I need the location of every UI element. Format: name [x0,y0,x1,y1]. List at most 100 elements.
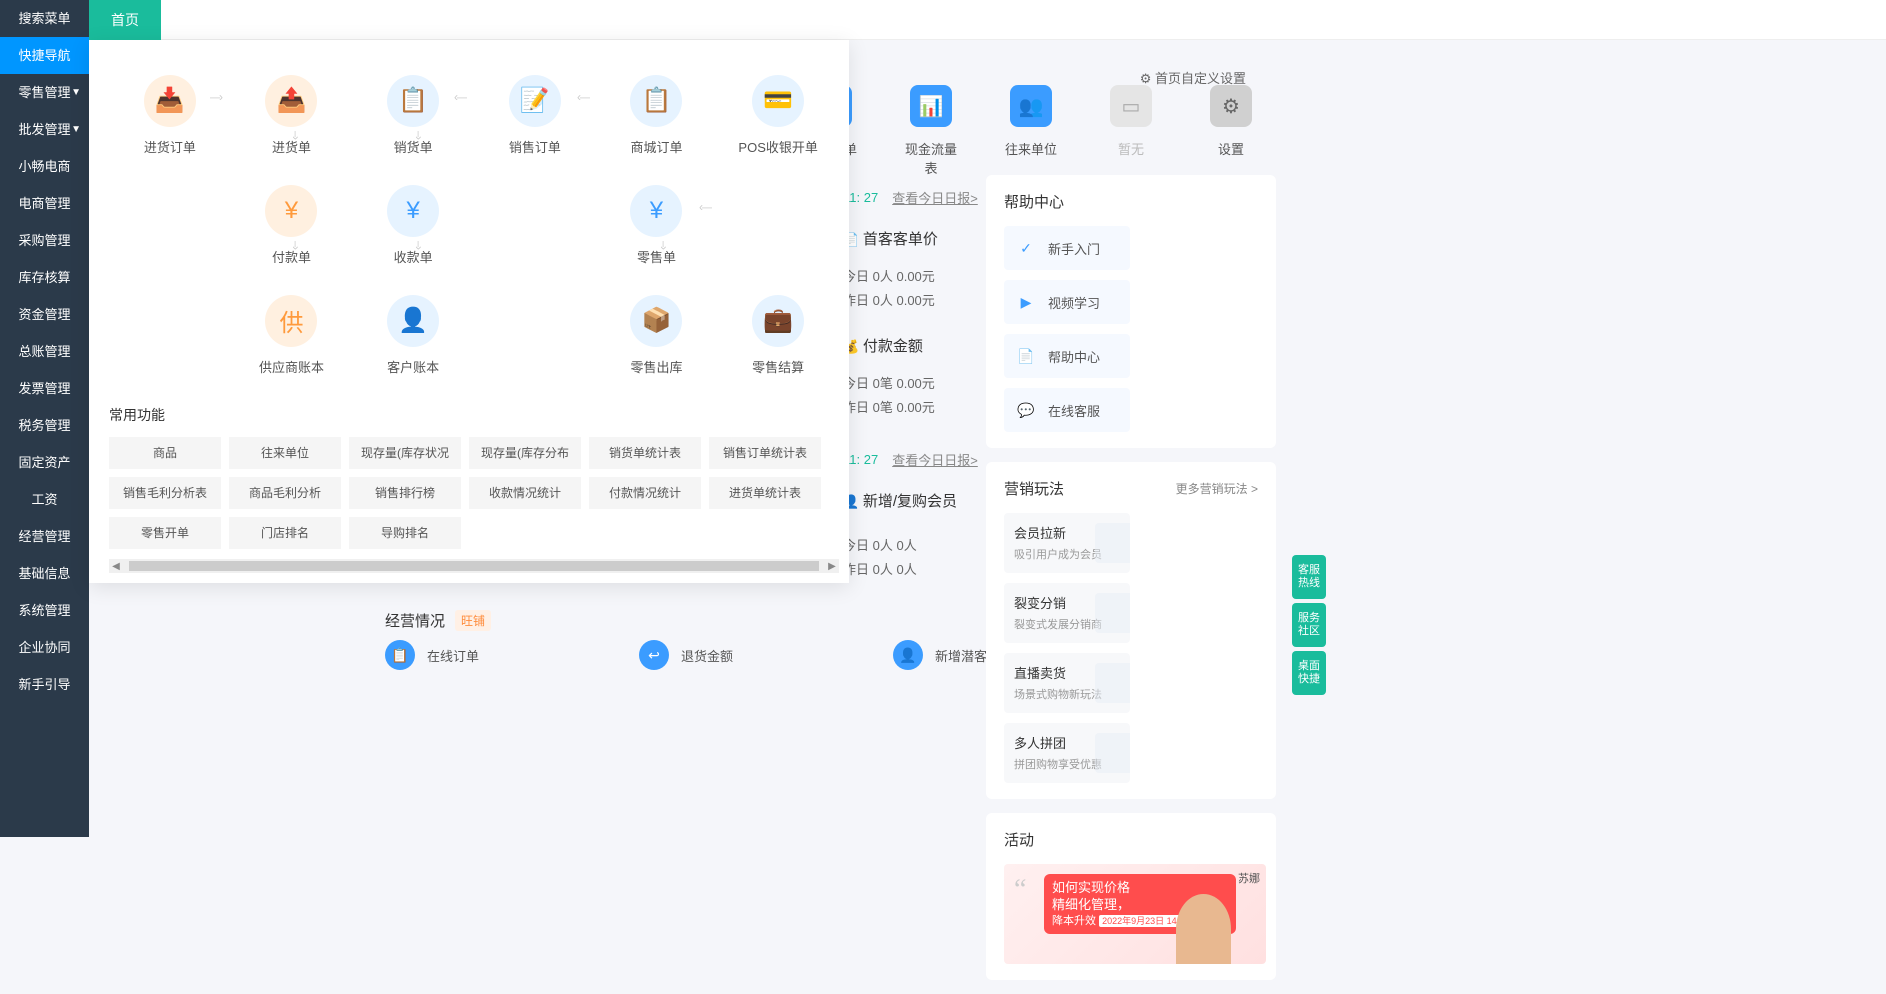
help-item-service[interactable]: 💬在线客服 [1004,388,1130,432]
receive-icon: ¥ [387,185,439,237]
flow-customer-ledger[interactable]: 👤客户账本 [352,280,474,390]
flow-supplier-ledger[interactable]: 供供应商账本 [231,280,353,390]
quick-icon-cashflow[interactable]: 📊 现金流量表 [901,85,961,177]
stat-title: 付款金额 [863,338,923,355]
flyout-scrollbar[interactable]: ◀ ▶ [109,559,839,573]
flow-retail[interactable]: ¥零售单 [596,170,718,280]
sidebar-item-guide[interactable]: 新手引导 [0,666,89,703]
common-btn-stock-status[interactable]: 现存量(库存状况表) [349,437,461,469]
pay-icon: ¥ [265,185,317,237]
stat-row: 今日 0人 0人 [843,535,917,554]
flow-pos[interactable]: 💳POS收银开单 [717,60,839,170]
flow-retail-settle[interactable]: 💼零售结算 [717,280,839,390]
section-title: 经营情况 [385,610,445,631]
pos-icon: 💳 [752,75,804,127]
sidebar-item-invoice[interactable]: 发票管理 [0,370,89,407]
flow-sales[interactable]: 📋销货单 [352,60,474,170]
common-btn-payment-stat[interactable]: 付款情况统计 [589,477,701,509]
sidebar-item-search[interactable]: 搜索菜单 [0,0,89,37]
sidebar-item-collab[interactable]: 企业协同 [0,629,89,666]
float-btn-desktop[interactable]: 桌面快捷 [1292,651,1326,695]
sidebar-item-funds[interactable]: 资金管理 [0,296,89,333]
value: 0笔 0.00元 [873,400,935,415]
more-marketing-link[interactable]: 更多营销玩法 > [1176,480,1258,497]
common-btn-guide-rank[interactable]: 导购排名 [349,517,461,549]
sidebar-item-ops[interactable]: 经营管理 [0,518,89,555]
arrow-down-icon: ···› [412,130,426,138]
value: 0人 0.00元 [873,269,935,284]
flow-purchase-order[interactable]: 📥进货订单 [109,60,231,170]
tab-home[interactable]: 首页 [89,0,161,40]
help-label: 新手入门 [1048,239,1100,258]
common-btn-retail-open[interactable]: 零售开单 [109,517,221,549]
help-center-card: 帮助中心 ✓ 新手入门 ▶视频学习 📄帮助中心 💬在线客服 [986,175,1276,448]
common-btn-store-rank[interactable]: 门店排名 [229,517,341,549]
flow-receipt[interactable]: ¥收款单 [352,170,474,280]
mkt-item-fission[interactable]: 裂变分销裂变式发展分销商 [1004,583,1130,643]
scroll-left-icon[interactable]: ◀ [109,561,123,572]
flow-mall-order[interactable]: 📋商城订单 [596,60,718,170]
help-label: 帮助中心 [1048,347,1100,366]
flow-retail-out[interactable]: 📦零售出库 [596,280,718,390]
common-btn-receipt-stat[interactable]: 收款情况统计 [469,477,581,509]
mkt-item-live[interactable]: 直播卖货场景式购物新玩法 [1004,653,1130,713]
sidebar-item-purchase[interactable]: 采购管理 [0,222,89,259]
sidebar-item-base[interactable]: 基础信息 [0,555,89,592]
quick-icon-empty[interactable]: ▭ 暂无 [1101,85,1161,158]
sidebar-item-xc-ec[interactable]: 小畅电商 [0,148,89,185]
help-item-center[interactable]: 📄帮助中心 [1004,334,1130,378]
list-icon: 📋 [630,75,682,127]
common-btn-sales-stat[interactable]: 销货单统计表 [589,437,701,469]
common-btn-product-profit[interactable]: 商品毛利分析 [229,477,341,509]
gear-icon: ⚙ [1210,85,1252,127]
sidebar-item-assets[interactable]: 固定资产 [0,444,89,481]
sidebar-item-ledger[interactable]: 总账管理 [0,333,89,370]
badge: 旺铺 [455,610,491,631]
stat-new-member: 👤 新增/复购会员 [843,490,957,511]
float-btn-hotline[interactable]: 客服热线 [1292,555,1326,599]
sidebar-item-salary[interactable]: 工资 [0,481,89,518]
common-btn-purchase-stat[interactable]: 进货单统计表 [709,477,821,509]
common-btn-salesorder-stat[interactable]: 销售订单统计表 [709,437,821,469]
common-btn-product[interactable]: 商品 [109,437,221,469]
value: 0人 0.00元 [873,293,935,308]
help-label: 在线客服 [1048,401,1100,420]
common-btn-sales-profit[interactable]: 销售毛利分析表 [109,477,221,509]
quick-icon-contacts[interactable]: 👥 往来单位 [1001,85,1061,158]
supplier-icon: 供 [265,295,317,347]
doc-in-icon: 📥 [144,75,196,127]
sidebar-item-retail[interactable]: 零售管理▼ [0,74,89,111]
sidebar-item-ec[interactable]: 电商管理 [0,185,89,222]
activity-banner[interactable]: “ 如何实现价格 精细化管理， 降本升效 2022年9月23日 14:00（周五… [1004,864,1266,964]
sidebar-item-wholesale[interactable]: 批发管理▼ [0,111,89,148]
sidebar-item-label: 零售管理 [18,85,70,100]
flow-purchase[interactable]: 📤进货单 [231,60,353,170]
flow-sales-order[interactable]: 📝销售订单 [474,60,596,170]
chevron-down-icon: ▼ [71,74,81,111]
sidebar-item-tax[interactable]: 税务管理 [0,407,89,444]
stat-row: 昨日 0人 0人 [843,559,917,578]
empty-icon: ▭ [1110,85,1152,127]
float-btn-community[interactable]: 服务社区 [1292,603,1326,647]
help-item-video[interactable]: ▶视频学习 [1004,280,1130,324]
common-functions-header: 常用功能 [109,405,839,425]
mkt-item-member[interactable]: 会员拉新吸引用户成为会员 [1004,513,1130,573]
mkt-item-group[interactable]: 多人拼团拼团购物享受优惠 [1004,723,1130,783]
stat-title: 首客客单价 [863,231,938,248]
quick-icon-settings[interactable]: ⚙ 设置 [1201,85,1261,158]
sidebar-item-inventory[interactable]: 库存核算 [0,259,89,296]
label: 在线订单 [427,646,479,665]
sidebar-item-quicknav[interactable]: 快捷导航 [0,37,89,74]
common-btn-contacts[interactable]: 往来单位 [229,437,341,469]
scrollbar-thumb[interactable] [129,561,819,571]
scroll-right-icon[interactable]: ▶ [825,561,839,572]
daily-report-link[interactable]: 查看今日日报> [892,188,978,207]
common-buttons: 商品 往来单位 现存量(库存状况表) 现存量(库存分布表) 销货单统计表 销售订… [109,437,839,549]
help-item-newbie[interactable]: ✓ 新手入门 [1004,226,1130,270]
common-btn-stock-dist[interactable]: 现存量(库存分布表) [469,437,581,469]
daily-report-link[interactable]: 查看今日日报> [892,450,978,469]
common-btn-sales-rank[interactable]: 销售排行榜 [349,477,461,509]
flow-payment[interactable]: ¥付款单 [231,170,353,280]
check-icon: ✓ [1014,236,1038,260]
sidebar-item-system[interactable]: 系统管理 [0,592,89,629]
